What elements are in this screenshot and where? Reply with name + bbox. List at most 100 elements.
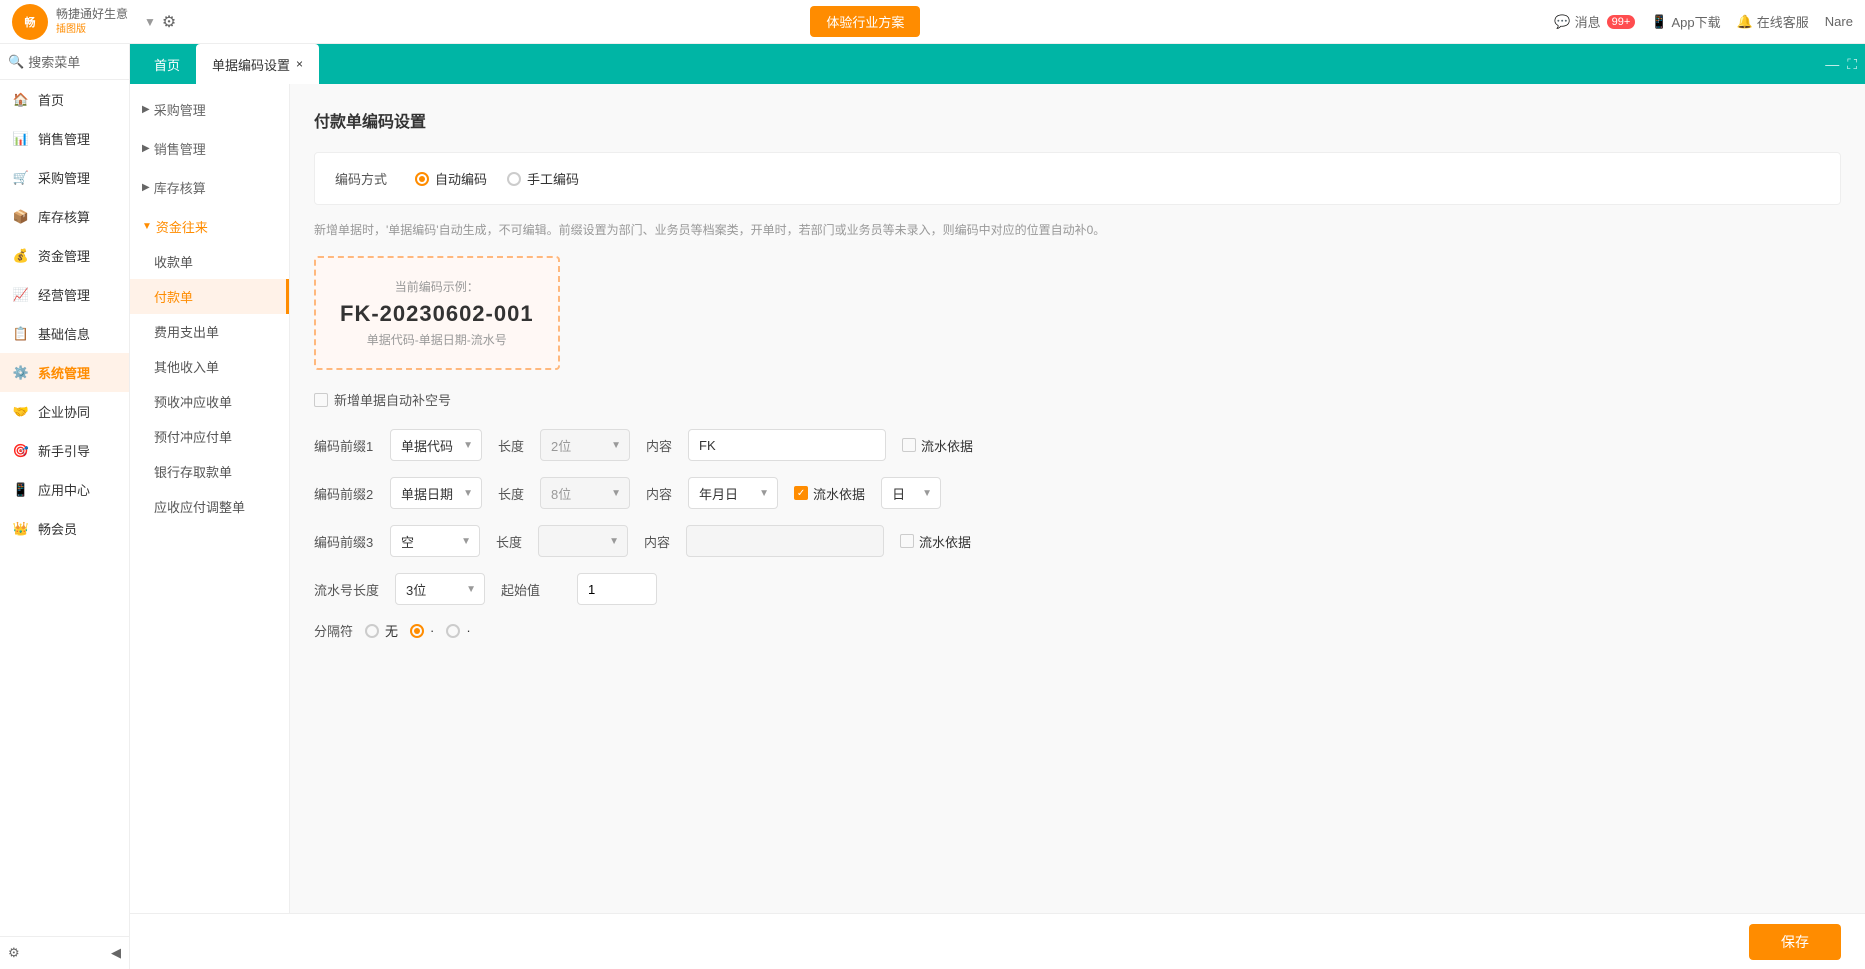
sidebar-item-apps[interactable]: 📱 应用中心 — [0, 470, 129, 509]
content2-select-wrap: 年月日 ▼ — [688, 477, 778, 509]
bottom-bar: 保存 — [130, 913, 1865, 969]
user-area[interactable]: Nare — [1825, 14, 1853, 29]
serial2-unit-select[interactable]: 日 ▼ — [881, 477, 941, 509]
serial-row: 流水号长度 3位 ▼ 起始值 — [314, 573, 1841, 605]
inventory-icon: 📦 — [12, 208, 30, 226]
sub-group-purchase: ▶ 采购管理 — [130, 92, 289, 127]
tab-bar-end: — ⛶ — [1825, 56, 1857, 73]
sidebar-item-system[interactable]: ⚙️ 系统管理 — [0, 353, 129, 392]
sidebar-bottom: ⚙ ◀ — [0, 936, 129, 969]
length2-select[interactable]: 8位 ▼ — [540, 477, 630, 509]
sub-item-bank-deposit[interactable]: 银行存取款单 — [130, 454, 289, 489]
main-layout: 🔍 搜索菜单 🏠 首页 📊 销售管理 🛒 采购管理 📦 库存核算 💰 — [0, 44, 1865, 969]
sidebar-item-sales[interactable]: 📊 销售管理 — [0, 119, 129, 158]
sub-group-capital: ▼ 资金往来 收款单 付款单 费用支出单 其他收入单 预收冲应收单 预付冲应付单… — [130, 209, 289, 524]
sidebar-item-guide[interactable]: 🎯 新手引导 — [0, 431, 129, 470]
serial3-check[interactable]: 流水依据 — [900, 532, 971, 551]
prefix1-label: 编码前缀1 — [314, 436, 374, 455]
auto-fill-checkbox[interactable] — [314, 393, 328, 407]
save-button[interactable]: 保存 — [1749, 924, 1841, 960]
preview-code: FK-20230602-001 — [340, 301, 534, 327]
sidebar-item-purchase[interactable]: 🛒 采购管理 — [0, 158, 129, 197]
settings-top-icon[interactable]: ⚙ — [162, 12, 176, 32]
sub-group-title-inventory[interactable]: ▶ 库存核算 — [130, 170, 289, 205]
sales-icon: 📊 — [12, 130, 30, 148]
length1-select[interactable]: 2位 ▼ — [540, 429, 630, 461]
tab-close-btn[interactable]: × — [296, 57, 303, 71]
prefix3-arrow-icon: ▼ — [461, 536, 471, 547]
sub-item-prepay-offset[interactable]: 预收冲应收单 — [130, 384, 289, 419]
tab-encoding-settings[interactable]: 单据编码设置 × — [196, 44, 319, 84]
app-download-area[interactable]: 📱 App下载 — [1651, 12, 1720, 31]
system-icon: ⚙️ — [12, 364, 30, 382]
online-service-area[interactable]: 🔔 在线客服 — [1737, 12, 1809, 31]
nav-dropdown[interactable]: ▼ — [144, 15, 156, 29]
sep-option-dot[interactable]: · — [410, 623, 434, 638]
tab-home[interactable]: 首页 — [138, 44, 196, 84]
sidebar-search[interactable]: 🔍 搜索菜单 — [0, 44, 129, 80]
brand-text: 畅捷通好生意 插图版 — [56, 7, 128, 36]
trial-button[interactable]: 体验行业方案 — [810, 6, 920, 37]
sub-group-title-capital[interactable]: ▼ 资金往来 — [130, 209, 289, 244]
prefix1-select[interactable]: 单据代码 ▼ — [390, 429, 482, 461]
guide-icon: 🎯 — [12, 442, 30, 460]
serial-len-select[interactable]: 3位 ▼ — [395, 573, 485, 605]
home-icon: 🏠 — [12, 91, 30, 109]
sub-group-title-purchase[interactable]: ▶ 采购管理 — [130, 92, 289, 127]
content2-select[interactable]: 年月日 ▼ — [688, 477, 778, 509]
sub-item-prepay-offset2[interactable]: 预付冲应付单 — [130, 419, 289, 454]
bottom-settings-icon[interactable]: ⚙ — [8, 945, 20, 961]
sub-item-other-income[interactable]: 其他收入单 — [130, 349, 289, 384]
auto-radio-dot — [415, 172, 429, 186]
length2-label: 长度 — [498, 484, 524, 503]
content1-label: 内容 — [646, 436, 672, 455]
length3-label: 长度 — [496, 532, 522, 551]
collapse-icon[interactable]: ◀ — [111, 945, 121, 961]
prefix3-select[interactable]: 空 ▼ — [390, 525, 480, 557]
content-area: 首页 单据编码设置 × — ⛶ ▶ 采购管理 — [130, 44, 1865, 969]
member-icon: 👑 — [12, 520, 30, 538]
serial-len-label: 流水号长度 — [314, 580, 379, 599]
app-icon: 📱 — [1651, 14, 1667, 30]
main-panel: 付款单编码设置 编码方式 自动编码 手工编码 — [290, 84, 1865, 913]
sidebar-item-finance[interactable]: 💰 资金管理 — [0, 236, 129, 275]
auto-fill-label: 新增单据自动补空号 — [334, 390, 451, 409]
sub-item-payment[interactable]: 付款单 — [130, 279, 289, 314]
length3-arrow-icon: ▼ — [609, 536, 619, 547]
sub-item-receipt[interactable]: 收款单 — [130, 244, 289, 279]
sep-option-none[interactable]: 无 — [365, 621, 398, 640]
serial2-check[interactable]: ✓ 流水依据 — [794, 484, 865, 503]
length3-select[interactable]: ▼ — [538, 525, 628, 557]
sub-group-sales: ▶ 销售管理 — [130, 131, 289, 166]
brand-area: 畅 畅捷通好生意 插图版 ▼ ⚙ — [12, 4, 176, 40]
sep-option-dot2[interactable]: · — [446, 623, 470, 638]
sub-item-expense[interactable]: 费用支出单 — [130, 314, 289, 349]
start-val-input[interactable] — [577, 573, 657, 605]
sidebar-item-basic[interactable]: 📋 基础信息 — [0, 314, 129, 353]
separator-label: 分隔符 — [314, 621, 353, 640]
message-area[interactable]: 💬 消息 99+ — [1554, 12, 1635, 31]
sidebar-item-enterprise[interactable]: 🤝 企业协同 — [0, 392, 129, 431]
maximize-btn[interactable]: ⛶ — [1847, 56, 1857, 73]
message-icon: 💬 — [1554, 14, 1570, 30]
serial2-checkbox-icon: ✓ — [794, 486, 808, 500]
serial1-check[interactable]: 流水依据 — [902, 436, 973, 455]
purchase-icon: 🛒 — [12, 169, 30, 187]
sidebar-item-home[interactable]: 🏠 首页 — [0, 80, 129, 119]
sub-group-title-sales[interactable]: ▶ 销售管理 — [130, 131, 289, 166]
sidebar-item-inventory[interactable]: 📦 库存核算 — [0, 197, 129, 236]
manual-radio-item[interactable]: 手工编码 — [507, 169, 579, 188]
sidebar-item-operations[interactable]: 📈 经营管理 — [0, 275, 129, 314]
sub-sidebar: ▶ 采购管理 ▶ 销售管理 ▶ 库存核算 — [130, 84, 290, 913]
sidebar-item-member[interactable]: 👑 畅会员 — [0, 509, 129, 548]
preview-box: 当前编码示例： FK-20230602-001 单据代码-单据日期-流水号 — [314, 256, 560, 370]
search-icon: 🔍 — [8, 54, 24, 70]
auto-radio-item[interactable]: 自动编码 — [415, 169, 487, 188]
prefix2-select[interactable]: 单据日期 ▼ — [390, 477, 482, 509]
enterprise-icon: 🤝 — [12, 403, 30, 421]
sep-dot-radio-dot — [410, 624, 424, 638]
minimize-btn[interactable]: — — [1825, 56, 1839, 72]
serial3-checkbox-icon — [900, 534, 914, 548]
content1-input[interactable] — [688, 429, 886, 461]
sub-item-adjustment[interactable]: 应收应付调整单 — [130, 489, 289, 524]
